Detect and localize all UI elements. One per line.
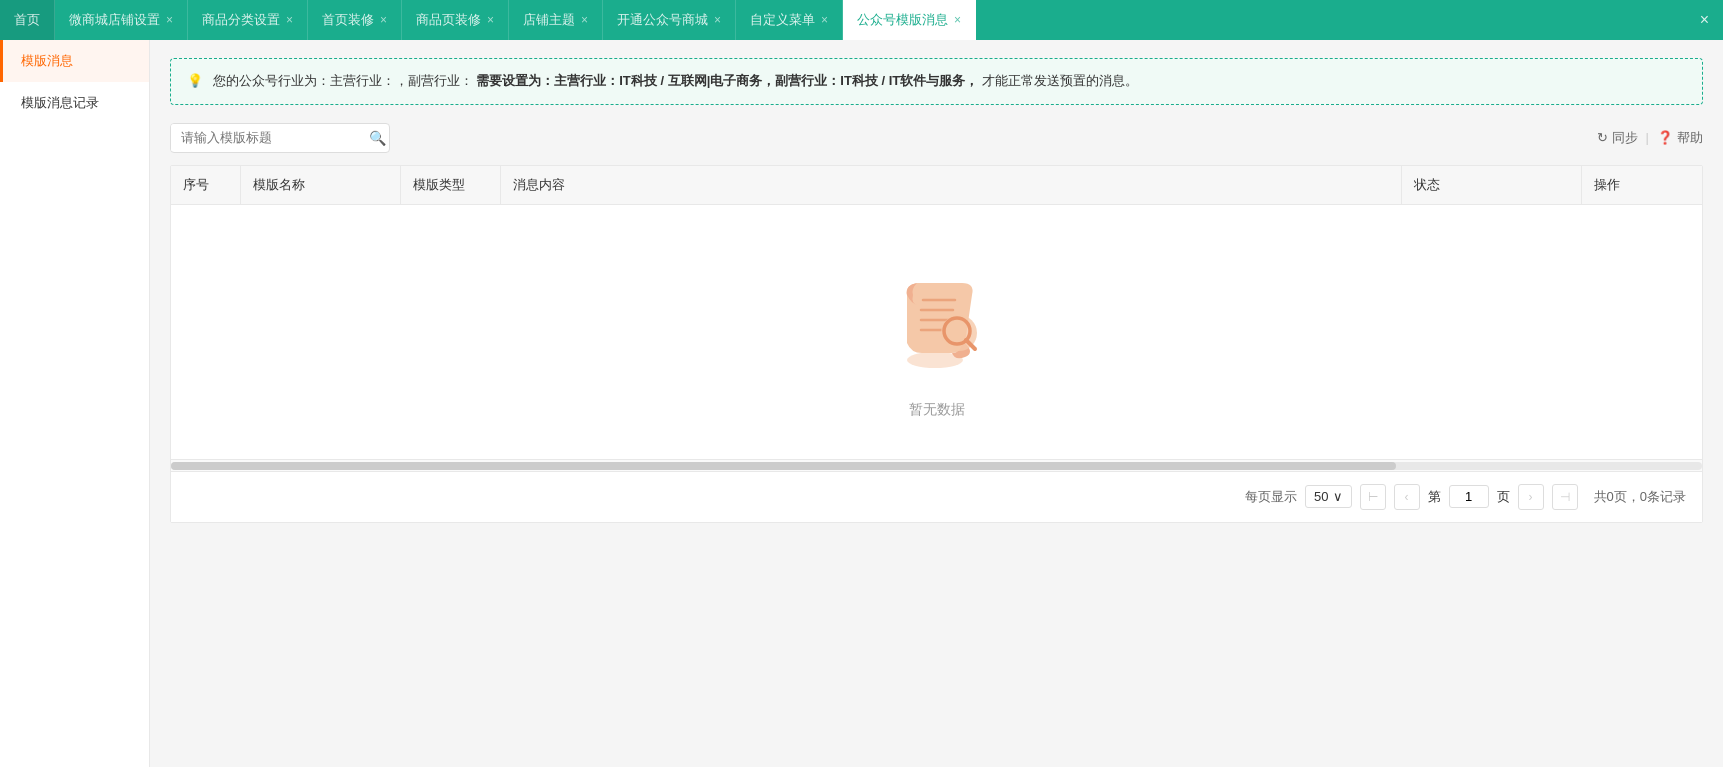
toolbar-right: ↻ 同步 | ❓ 帮助 <box>1597 129 1703 147</box>
toolbar-divider: | <box>1646 130 1649 145</box>
tab-open-mall[interactable]: 开通公众号商城 × <box>603 0 736 40</box>
col-header-content: 消息内容 <box>501 166 1402 204</box>
col-header-type: 模版类型 <box>401 166 501 204</box>
page-size-select[interactable]: 50 ∨ <box>1305 485 1351 508</box>
close-all-tabs-button[interactable]: × <box>1686 11 1723 29</box>
tab-close-product-decor[interactable]: × <box>487 13 494 27</box>
col-header-action: 操作 <box>1582 166 1702 204</box>
sidebar-item-template-msg[interactable]: 模版消息 <box>0 40 149 82</box>
next-page-button[interactable]: › <box>1518 484 1544 510</box>
tab-custom-menu[interactable]: 自定义菜单 × <box>736 0 843 40</box>
tab-close-shop-theme[interactable]: × <box>581 13 588 27</box>
search-icon: 🔍 <box>369 130 386 146</box>
prev-page-button[interactable]: ‹ <box>1394 484 1420 510</box>
tab-category-settings[interactable]: 商品分类设置 × <box>188 0 308 40</box>
notice-text-suffix: 才能正常发送预置的消息。 <box>982 73 1138 88</box>
empty-illustration <box>877 265 997 385</box>
tab-close-category-settings[interactable]: × <box>286 13 293 27</box>
pagination-info: 共0页，0条记录 <box>1594 488 1686 506</box>
tab-close-custom-menu[interactable]: × <box>821 13 828 27</box>
page-label-before: 第 <box>1428 488 1441 506</box>
per-page-label: 每页显示 <box>1245 488 1297 506</box>
tab-close-home-decor[interactable]: × <box>380 13 387 27</box>
last-page-button[interactable]: ⊣ <box>1552 484 1578 510</box>
content-area: 💡 您的公众号行业为：主营行业：，副营行业： 需要设置为：主营行业：IT科技 /… <box>150 40 1723 767</box>
tab-shop-theme[interactable]: 店铺主题 × <box>509 0 603 40</box>
notice-text-prefix: 您的公众号行业为：主营行业：，副营行业： <box>213 73 473 88</box>
notice-box: 💡 您的公众号行业为：主营行业：，副营行业： 需要设置为：主营行业：IT科技 /… <box>170 58 1703 105</box>
empty-state: 暂无数据 <box>171 205 1702 459</box>
sync-button[interactable]: ↻ 同步 <box>1597 129 1638 147</box>
first-page-button[interactable]: ⊢ <box>1360 484 1386 510</box>
sidebar-item-template-record[interactable]: 模版消息记录 <box>0 82 149 124</box>
notice-text-bold: 需要设置为：主营行业：IT科技 / 互联网|电子商务，副营行业：IT科技 / I… <box>476 73 978 88</box>
col-header-index: 序号 <box>171 166 241 204</box>
lightbulb-icon: 💡 <box>187 73 203 88</box>
page-number-input[interactable] <box>1449 485 1489 508</box>
page-label-after: 页 <box>1497 488 1510 506</box>
help-icon: ❓ <box>1657 130 1673 145</box>
tab-home-decor[interactable]: 首页装修 × <box>308 0 402 40</box>
data-table: 序号 模版名称 模版类型 消息内容 状态 操作 <box>170 165 1703 523</box>
help-button[interactable]: ❓ 帮助 <box>1657 129 1703 147</box>
table-header: 序号 模版名称 模版类型 消息内容 状态 操作 <box>171 166 1702 205</box>
sidebar: 模版消息 模版消息记录 <box>0 40 150 767</box>
search-button[interactable]: 🔍 <box>359 124 390 152</box>
col-header-name: 模版名称 <box>241 166 401 204</box>
tab-close-open-mall[interactable]: × <box>714 13 721 27</box>
tab-close-template-msg[interactable]: × <box>954 13 961 27</box>
toolbar: 🔍 ↻ 同步 | ❓ 帮助 <box>170 123 1703 153</box>
col-header-status: 状态 <box>1402 166 1582 204</box>
main-layout: 模版消息 模版消息记录 💡 您的公众号行业为：主营行业：，副营行业： 需要设置为… <box>0 40 1723 767</box>
tab-home[interactable]: 首页 <box>0 0 55 40</box>
tab-wsc-settings[interactable]: 微商城店铺设置 × <box>55 0 188 40</box>
tab-product-decor[interactable]: 商品页装修 × <box>402 0 509 40</box>
chevron-down-icon: ∨ <box>1333 489 1343 504</box>
horizontal-scrollbar[interactable] <box>171 459 1702 471</box>
search-box: 🔍 <box>170 123 390 153</box>
pagination: 每页显示 50 ∨ ⊢ ‹ 第 页 › ⊣ 共0页，0条记录 <box>171 471 1702 522</box>
empty-text: 暂无数据 <box>909 401 965 419</box>
tab-close-wsc-settings[interactable]: × <box>166 13 173 27</box>
tab-bar: 首页 微商城店铺设置 × 商品分类设置 × 首页装修 × 商品页装修 × 店铺主… <box>0 0 1723 40</box>
tab-template-msg[interactable]: 公众号模版消息 × <box>843 0 976 40</box>
sync-icon: ↻ <box>1597 130 1608 145</box>
search-input[interactable] <box>171 124 359 151</box>
